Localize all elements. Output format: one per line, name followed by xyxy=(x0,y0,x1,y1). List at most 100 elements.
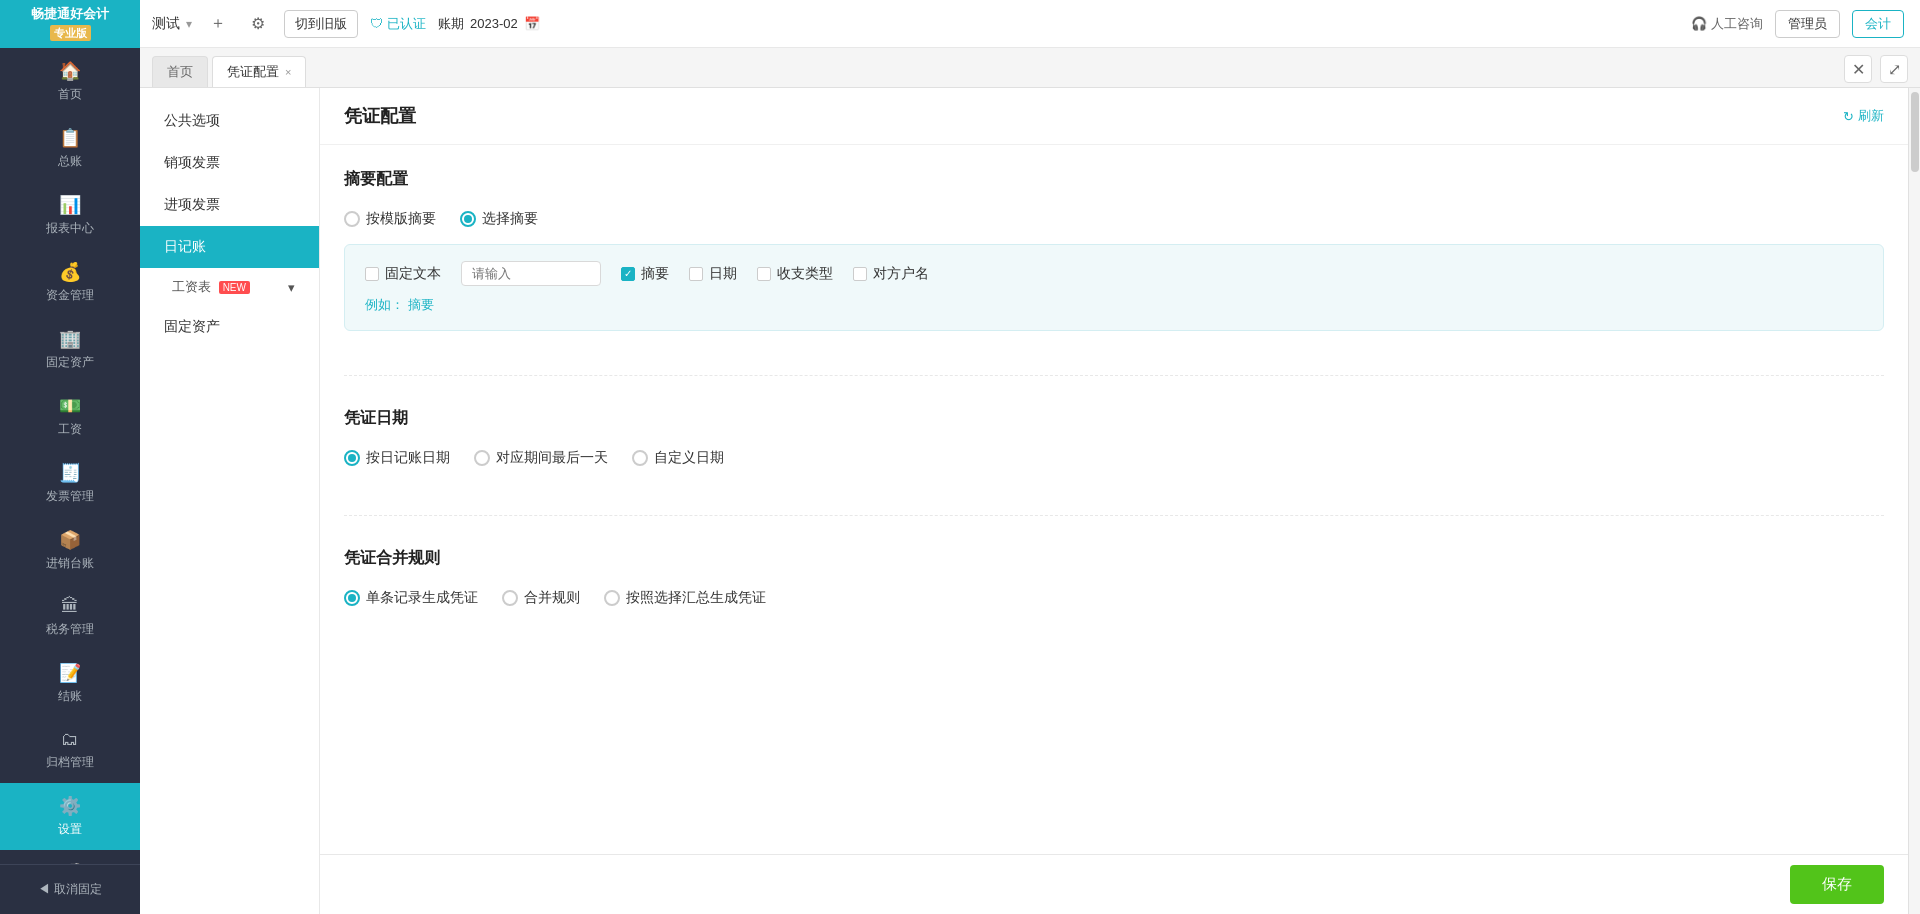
radio-template-summary[interactable]: 按模版摘要 xyxy=(344,210,436,228)
sidebar-item-purchase-sale[interactable]: 📦 进销台账 xyxy=(0,517,140,584)
bottom-bar: 保存 xyxy=(320,854,1908,914)
summary-options-row: 固定文本 摘要 日期 xyxy=(365,261,1863,286)
salary-icon: 💵 xyxy=(59,395,81,417)
report-icon: 📊 xyxy=(59,194,81,216)
checkbox-date-box xyxy=(689,267,703,281)
voucher-date-title: 凭证日期 xyxy=(344,408,1884,429)
checkbox-date[interactable]: 日期 xyxy=(689,265,737,283)
sidebar-item-settings[interactable]: ⚙️ 设置 xyxy=(0,783,140,850)
checkbox-counterpart-box xyxy=(853,267,867,281)
shield-icon: 🛡 xyxy=(370,16,383,31)
radio-period-last-circle xyxy=(474,450,490,466)
close-books-icon: 📝 xyxy=(59,662,81,684)
tab-home[interactable]: 首页 xyxy=(152,56,208,87)
verified-badge: 🛡 已认证 xyxy=(370,15,426,33)
close-tab-icon[interactable]: × xyxy=(285,66,291,78)
radio-summary-gen-circle xyxy=(604,590,620,606)
radio-single-circle xyxy=(344,590,360,606)
building-icon: 🏢 xyxy=(59,328,81,350)
tab-voucher-config[interactable]: 凭证配置 × xyxy=(212,56,306,87)
page-content: 公共选项 销项发票 进项发票 日记账 工资表 NEW ▾ 固定资产 xyxy=(140,88,1920,914)
close-panel-btn[interactable]: ✕ xyxy=(1844,55,1872,83)
fullscreen-btn[interactable]: ⤢ xyxy=(1880,55,1908,83)
sidebar-item-close[interactable]: 📝 结账 xyxy=(0,650,140,717)
topbar: 畅捷通好会计 专业版 测试 ▾ ＋ ⚙ 切到旧版 🛡 已认证 账期 2023-0… xyxy=(0,0,1920,48)
radio-journal-date[interactable]: 按日记账日期 xyxy=(344,449,450,467)
merge-rule-radio-group: 单条记录生成凭证 合并规则 按照选择汇总生成凭证 xyxy=(344,589,1884,607)
left-nav-payroll[interactable]: 工资表 NEW ▾ xyxy=(140,268,319,306)
headset-icon: 🎧 xyxy=(1691,16,1707,31)
invoice-icon: 🧾 xyxy=(59,462,81,484)
radio-single-record[interactable]: 单条记录生成凭证 xyxy=(344,589,478,607)
checkbox-income-type[interactable]: 收支类型 xyxy=(757,265,833,283)
content-area: 首页 凭证配置 × ✕ ⤢ 公共选项 销项发票 进项发票 xyxy=(140,48,1920,914)
left-nav-sales-invoice[interactable]: 销项发票 xyxy=(140,142,319,184)
consult-button[interactable]: 🎧 人工咨询 xyxy=(1691,15,1763,33)
sidebar-item-home[interactable]: 🏠 首页 xyxy=(0,48,140,115)
main-layout: 🏠 首页 📋 总账 📊 报表中心 💰 资金管理 🏢 固定资产 💵 工资 xyxy=(0,48,1920,914)
gear-icon: ⚙️ xyxy=(59,795,81,817)
chevron-down-icon: ▾ xyxy=(186,17,192,31)
admin-button[interactable]: 管理员 xyxy=(1775,10,1840,38)
checkbox-fixed-text[interactable]: 固定文本 xyxy=(365,265,441,283)
switch-to-old-btn[interactable]: 切到旧版 xyxy=(284,10,358,38)
sidebar-scroll: 🏠 首页 📋 总账 📊 报表中心 💰 资金管理 🏢 固定资产 💵 工资 xyxy=(0,48,140,864)
left-nav-public[interactable]: 公共选项 xyxy=(140,100,319,142)
radio-merge-rule[interactable]: 合并规则 xyxy=(502,589,580,607)
tax-icon: 🏛 xyxy=(61,596,79,617)
fund-icon: 💰 xyxy=(59,261,81,283)
voucher-date-section: 凭证日期 按日记账日期 对应期间最后一天 xyxy=(344,408,1884,516)
checkbox-income-type-box xyxy=(757,267,771,281)
sidebar: 🏠 首页 📋 总账 📊 报表中心 💰 资金管理 🏢 固定资产 💵 工资 xyxy=(0,48,140,914)
merge-rule-title: 凭证合并规则 xyxy=(344,548,1884,569)
sidebar-item-fund[interactable]: 💰 资金管理 xyxy=(0,249,140,316)
checkbox-counterpart[interactable]: 对方户名 xyxy=(853,265,929,283)
summary-config-section: 摘要配置 按模版摘要 选择摘要 xyxy=(344,169,1884,376)
chevron-right-icon: ▾ xyxy=(288,280,295,295)
summary-config-title: 摘要配置 xyxy=(344,169,1884,190)
archive-icon: 🗂 xyxy=(61,729,79,750)
main-panel: 凭证配置 ↻ 刷新 摘要配置 按模版摘要 xyxy=(320,88,1908,914)
scrollbar-thumb[interactable] xyxy=(1911,92,1919,172)
refresh-icon: ↻ xyxy=(1843,109,1854,124)
radio-merge-circle xyxy=(502,590,518,606)
add-button[interactable]: ＋ xyxy=(204,10,232,38)
period-selector[interactable]: 账期 2023-02 📅 xyxy=(438,15,540,33)
ledger-icon: 📋 xyxy=(59,127,81,149)
role-button[interactable]: 会计 xyxy=(1852,10,1904,38)
home-icon: 🏠 xyxy=(59,60,81,82)
sidebar-item-salary[interactable]: 💵 工资 xyxy=(0,383,140,450)
radio-select-summary[interactable]: 选择摘要 xyxy=(460,210,538,228)
topbar-right: 🎧 人工咨询 管理员 会计 xyxy=(1691,10,1904,38)
left-nav-fixed-asset[interactable]: 固定资产 xyxy=(140,306,319,348)
tab-toolbar: ✕ ⤢ xyxy=(1844,55,1908,87)
sidebar-item-report[interactable]: 📊 报表中心 xyxy=(0,182,140,249)
sidebar-item-tax[interactable]: 🏛 税务管理 xyxy=(0,584,140,650)
project-selector[interactable]: 测试 ▾ xyxy=(152,15,192,33)
example-text: 例如： 摘要 xyxy=(365,296,1863,314)
right-scrollbar[interactable] xyxy=(1908,88,1920,914)
sidebar-item-archive[interactable]: 🗂 归档管理 xyxy=(0,717,140,783)
tabbar: 首页 凭证配置 × ✕ ⤢ xyxy=(140,48,1920,88)
fixed-text-input[interactable] xyxy=(461,261,601,286)
radio-select-circle xyxy=(460,211,476,227)
settings-icon[interactable]: ⚙ xyxy=(244,10,272,38)
checkbox-summary[interactable]: 摘要 xyxy=(621,265,669,283)
save-button[interactable]: 保存 xyxy=(1790,865,1884,904)
sidebar-item-ledger[interactable]: 📋 总账 xyxy=(0,115,140,182)
refresh-btn[interactable]: ↻ 刷新 xyxy=(1843,107,1884,141)
radio-custom-date[interactable]: 自定义日期 xyxy=(632,449,724,467)
radio-journal-date-circle xyxy=(344,450,360,466)
radio-summary-gen[interactable]: 按照选择汇总生成凭证 xyxy=(604,589,766,607)
left-nav-purchase-invoice[interactable]: 进项发票 xyxy=(140,184,319,226)
sidebar-item-invoice[interactable]: 🧾 发票管理 xyxy=(0,450,140,517)
new-badge: NEW xyxy=(219,281,250,294)
app-logo: 畅捷通好会计 专业版 xyxy=(0,0,140,48)
radio-period-last-day[interactable]: 对应期间最后一天 xyxy=(474,449,608,467)
sidebar-item-tutorial[interactable]: 🎬 新手引导 xyxy=(0,850,140,864)
cancel-fixed-btn[interactable]: ◀ 取消固定 xyxy=(8,873,132,906)
voucher-date-radio-group: 按日记账日期 对应期间最后一天 自定义日期 xyxy=(344,449,1884,467)
left-nav-journal[interactable]: 日记账 xyxy=(140,226,319,268)
sidebar-item-fixed-asset[interactable]: 🏢 固定资产 xyxy=(0,316,140,383)
panel-body: 摘要配置 按模版摘要 选择摘要 xyxy=(320,145,1908,854)
